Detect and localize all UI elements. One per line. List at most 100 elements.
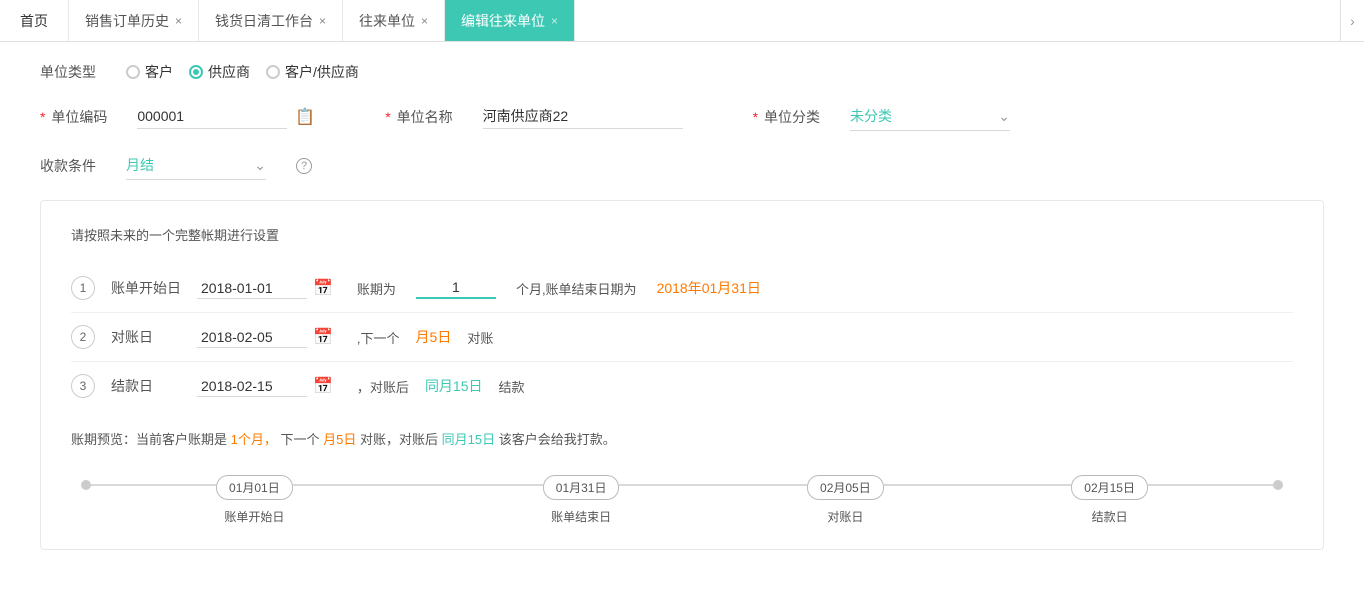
tl-node-4: 02月15日 结款日: [1071, 475, 1148, 525]
unit-type-radio-group: 客户 供应商 客户/供应商: [126, 62, 359, 82]
step-label-1: 账单开始日: [111, 278, 181, 298]
tl-node-4-pill: 02月15日: [1071, 475, 1148, 500]
tab-cash-work[interactable]: 钱货日清工作台 ×: [199, 0, 343, 41]
unit-name-label: * 单位名称: [385, 107, 452, 127]
payment-condition-arrow: ⌄: [254, 157, 266, 174]
tab-counterpart[interactable]: 往来单位 ×: [343, 0, 445, 41]
help-icon[interactable]: ?: [296, 158, 312, 174]
step-date-input-1[interactable]: [197, 278, 307, 299]
radio-supplier-circle: [189, 65, 203, 79]
tab-counterpart-close[interactable]: ×: [421, 14, 428, 28]
step1-end-text: 个月,账单结束日期为: [516, 279, 637, 298]
radio-customer-supplier[interactable]: 客户/供应商: [266, 62, 359, 82]
step2-desc-suffix: 对账: [467, 328, 493, 347]
unit-category-required: *: [753, 109, 758, 125]
preview-end-text: 该客户会给我打款。: [499, 432, 616, 447]
calendar-icon-2[interactable]: 📅: [313, 327, 333, 347]
payment-condition-select[interactable]: 月结 ⌄: [126, 151, 266, 180]
unit-code-required: *: [40, 109, 45, 125]
period-settings-card: 请按照未来的一个完整帐期进行设置 1 账单开始日 📅 账期为 个月,账单结束日期…: [40, 200, 1324, 550]
step3-desc-suffix: 结款: [499, 377, 525, 396]
main-content: 单位类型 客户 供应商 客户/供应商 * 单位编码 📋 *: [0, 42, 1364, 608]
unit-type-row: 单位类型 客户 供应商 客户/供应商: [40, 62, 1324, 82]
unit-code-label: * 单位编码: [40, 107, 107, 127]
radio-customer-supplier-circle: [266, 65, 280, 79]
unit-name-input[interactable]: [483, 104, 683, 129]
step-row-3: 3 结款日 📅 ，对账后 同月15日 结款: [71, 362, 1293, 410]
dot-start: [81, 480, 91, 490]
payment-condition-label: 收款条件: [40, 156, 96, 176]
preview-next-prefix: 下一个: [281, 432, 320, 447]
tl-node-1: 01月01日 账单开始日: [216, 475, 293, 525]
payment-condition-row: 收款条件 月结 ⌄ ?: [40, 151, 1324, 180]
preview-payment-day: 同月15日: [442, 432, 495, 447]
step-date-field-1: 📅: [197, 278, 333, 299]
step-date-field-2: 📅: [197, 327, 333, 348]
tl-line-1: [91, 484, 216, 486]
step-num-1: 1: [71, 276, 95, 300]
tl-node-2: 01月31日 账单结束日: [543, 475, 620, 525]
tab-cash-work-label: 钱货日清工作台: [215, 11, 313, 31]
card-description: 请按照未来的一个完整帐期进行设置: [71, 225, 1293, 244]
tab-sales-order-history-label: 销售订单历史: [85, 11, 169, 31]
tab-edit-counterpart[interactable]: 编辑往来单位 ×: [445, 0, 575, 41]
tab-sales-order-history[interactable]: 销售订单历史 ×: [69, 0, 199, 41]
tl-line-4: [884, 484, 1072, 486]
unit-category-value: 未分类: [850, 106, 998, 126]
unit-category-label: * 单位分类: [753, 107, 820, 127]
step-label-3: 结款日: [111, 376, 181, 396]
tl-node-1-label: 账单开始日: [224, 508, 284, 525]
step-date-input-3[interactable]: [197, 376, 307, 397]
tab-edit-counterpart-close[interactable]: ×: [551, 14, 558, 28]
timeline-right-dot: [1273, 475, 1283, 490]
tab-cash-work-close[interactable]: ×: [319, 14, 326, 28]
radio-supplier-label: 供应商: [208, 62, 250, 82]
tl-node-2-label: 账单结束日: [551, 508, 611, 525]
step3-desc-prefix: ，对账后: [357, 377, 409, 396]
tl-node-3-pill: 02月05日: [807, 475, 884, 500]
tab-arrow[interactable]: ›: [1340, 0, 1364, 42]
step-date-field-3: 📅: [197, 376, 333, 397]
step1-end-date: 2018年01月31日: [657, 278, 761, 298]
step-num-2: 2: [71, 325, 95, 349]
steps-table: 1 账单开始日 📅 账期为 个月,账单结束日期为 2018年01月31日 2 对…: [71, 264, 1293, 410]
unit-info-row: * 单位编码 📋 * 单位名称 * 单位分类 未分类 ⌄: [40, 102, 1324, 131]
unit-category-select[interactable]: 未分类 ⌄: [850, 102, 1010, 131]
tab-counterpart-label: 往来单位: [359, 11, 415, 31]
radio-customer-supplier-label: 客户/供应商: [285, 62, 359, 82]
period-input[interactable]: [416, 277, 496, 299]
unit-name-required: *: [385, 109, 390, 125]
tl-line-3: [619, 484, 807, 486]
step-label-2: 对账日: [111, 327, 181, 347]
step-row-2: 2 对账日 📅 ,下一个 月5日 对账: [71, 313, 1293, 362]
calendar-icon-3[interactable]: 📅: [313, 376, 333, 396]
preview-reconcile-text: 对账，对账后: [360, 432, 438, 447]
tl-node-2-pill: 01月31日: [543, 475, 620, 500]
timeline: 01月01日 账单开始日 01月31日 账单结束日 02月05日 对账日 02月…: [71, 475, 1293, 525]
payment-condition-value: 月结: [126, 155, 254, 175]
tl-line-5: [1148, 484, 1273, 486]
dot-end: [1273, 480, 1283, 490]
step2-highlight: 月5日: [416, 327, 452, 347]
step-num-3: 3: [71, 374, 95, 398]
unit-name-field: [483, 104, 683, 129]
radio-customer[interactable]: 客户: [126, 62, 173, 82]
tab-sales-order-history-close[interactable]: ×: [175, 14, 182, 28]
tab-bar: 首页 销售订单历史 × 钱货日清工作台 × 往来单位 × 编辑往来单位 × ›: [0, 0, 1364, 42]
calendar-icon-1[interactable]: 📅: [313, 278, 333, 298]
unit-code-field: 📋: [137, 104, 315, 129]
unit-code-input[interactable]: [137, 104, 287, 129]
tab-home[interactable]: 首页: [0, 0, 69, 41]
preview-period: 1个月，: [231, 432, 277, 447]
timeline-left-dot: [81, 475, 91, 490]
preview-label: 账期预览：当前客户账期是: [71, 432, 227, 447]
radio-customer-circle: [126, 65, 140, 79]
tl-node-4-label: 结款日: [1092, 508, 1128, 525]
step-date-input-2[interactable]: [197, 327, 307, 348]
tl-line-2: [293, 484, 543, 486]
copy-icon[interactable]: 📋: [295, 107, 315, 127]
radio-supplier[interactable]: 供应商: [189, 62, 250, 82]
tab-home-label: 首页: [20, 11, 48, 31]
tab-edit-counterpart-label: 编辑往来单位: [461, 11, 545, 31]
step1-middle-text: 账期为: [357, 279, 396, 298]
